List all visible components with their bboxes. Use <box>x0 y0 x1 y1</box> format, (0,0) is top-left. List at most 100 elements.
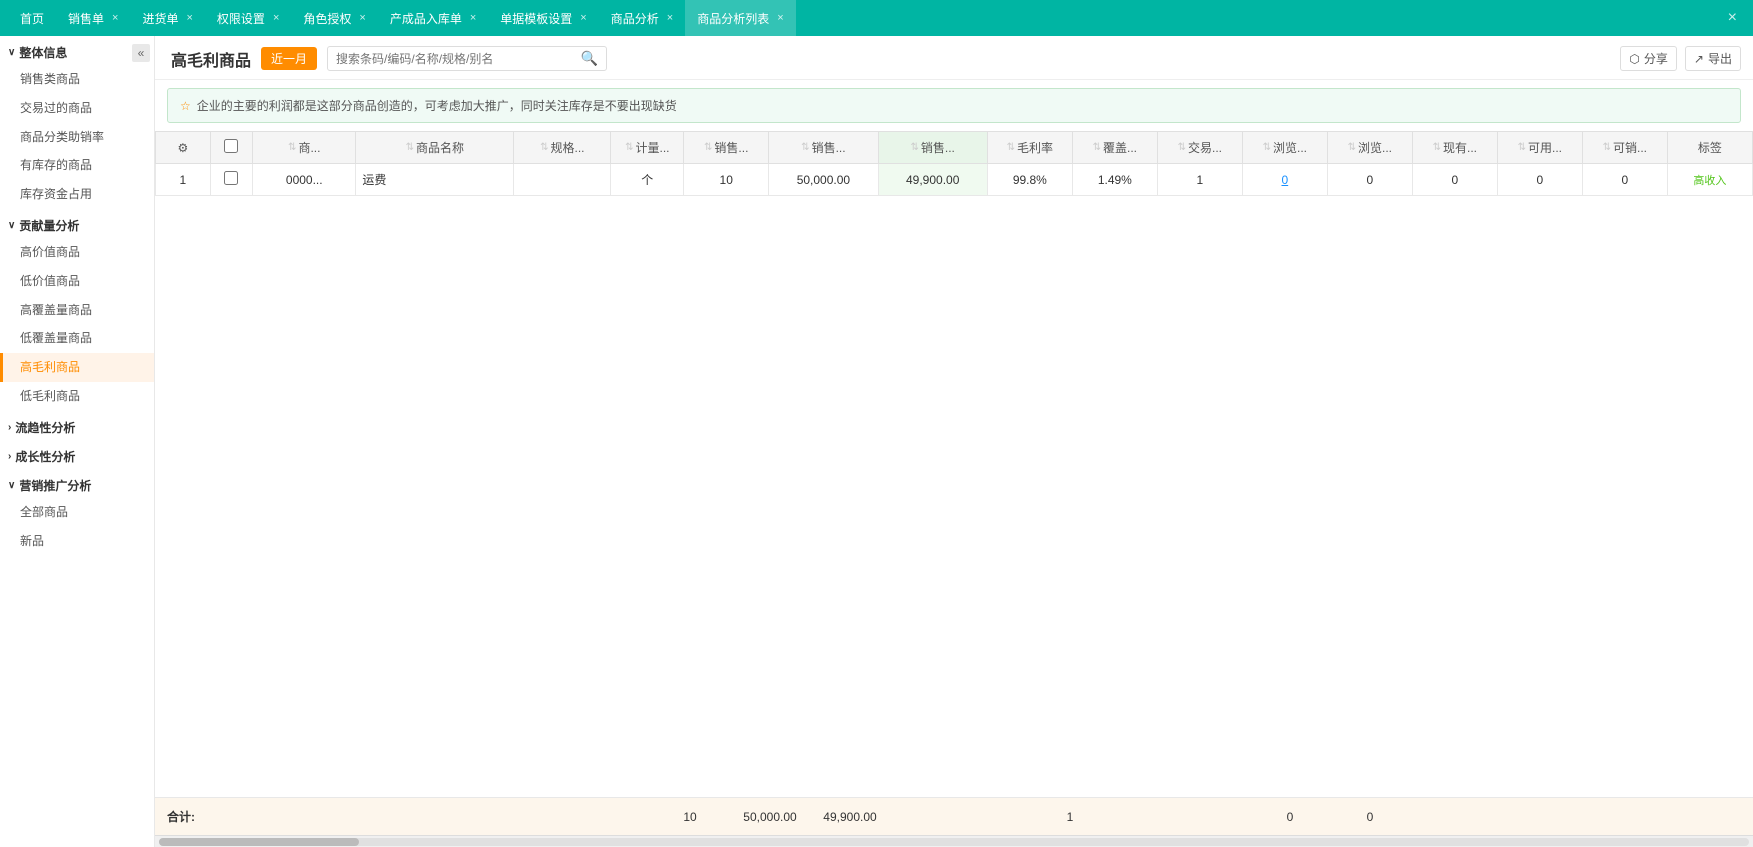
sidebar-group-marketing[interactable]: ∨ 营销推广分析 <box>0 469 154 498</box>
col-header-current-stock[interactable]: ⇅ 现有... <box>1412 132 1497 164</box>
sidebar-item-inventory-capital[interactable]: 库存资金占用 <box>0 180 154 209</box>
cell-browse2: 0 <box>1327 164 1412 196</box>
col-header-spec[interactable]: ⇅ 规格... <box>514 132 611 164</box>
sidebar-group-overview[interactable]: ∨ 整体信息 <box>0 36 154 65</box>
share-button[interactable]: ⬡ 分享 <box>1620 46 1677 71</box>
export-button[interactable]: ↗ 导出 <box>1685 46 1741 71</box>
nav-sales[interactable]: 销售单 × <box>56 0 130 36</box>
sidebar-item-in-stock[interactable]: 有库存的商品 <box>0 151 154 180</box>
nav-permissions-close[interactable]: × <box>273 12 279 24</box>
nav-sales-close[interactable]: × <box>112 12 118 24</box>
sort-icon-gross-rate: ⇅ <box>1007 142 1015 153</box>
col-header-saleable-stock[interactable]: ⇅ 可销... <box>1582 132 1667 164</box>
col-header-transaction[interactable]: ⇅ 交易... <box>1157 132 1242 164</box>
footer-cells: 10 50,000.00 49,900.00 1 0 0 <box>215 810 1741 824</box>
sort-icon-saleable-stock: ⇅ <box>1603 142 1611 153</box>
settings-icon[interactable]: ⚙ <box>177 141 188 155</box>
nav-product-analysis-list[interactable]: 商品分析列表 × <box>685 0 795 36</box>
nav-template[interactable]: 单据模板设置 × <box>488 0 598 36</box>
nav-purchase[interactable]: 进货单 × <box>130 0 204 36</box>
nav-production[interactable]: 产成品入库单 × <box>378 0 488 36</box>
nav-purchase-close[interactable]: × <box>186 12 192 24</box>
col-header-available-stock[interactable]: ⇅ 可用... <box>1497 132 1582 164</box>
col-header-browse2[interactable]: ⇅ 浏览... <box>1327 132 1412 164</box>
col-header-tag[interactable]: 标签 <box>1667 132 1752 164</box>
col-header-sales-qty[interactable]: ⇅ 销售... <box>684 132 769 164</box>
cell-num: 1 <box>156 164 211 196</box>
sidebar-item-high-margin[interactable]: 高毛利商品 <box>0 353 154 382</box>
col-header-sales-profit[interactable]: ⇅ 销售... <box>878 132 987 164</box>
cell-coverage: 1.49% <box>1072 164 1157 196</box>
sort-icon-coverage: ⇅ <box>1093 142 1101 153</box>
nav-permissions[interactable]: 权限设置 × <box>205 0 291 36</box>
cell-checkbox[interactable] <box>210 164 253 196</box>
cell-unit: 个 <box>611 164 684 196</box>
sidebar-collapse-button[interactable]: « <box>132 44 150 62</box>
sidebar-group-trend-arrow: › <box>8 422 11 433</box>
cell-sales-qty: 10 <box>684 164 769 196</box>
cell-sales-profit: 49,900.00 <box>878 164 987 196</box>
sidebar-group-overview-arrow: ∨ <box>8 47 15 58</box>
footer-sales-profit: 49,900.00 <box>810 810 890 824</box>
time-filter-button[interactable]: 近一月 <box>261 47 317 70</box>
sidebar-item-traded-goods[interactable]: 交易过的商品 <box>0 94 154 123</box>
window-close-button[interactable]: × <box>1720 9 1745 27</box>
sort-icon-name: ⇅ <box>406 142 414 153</box>
sidebar-item-new-goods[interactable]: 新品 <box>0 527 154 556</box>
col-header-gross-rate[interactable]: ⇅ 毛利率 <box>987 132 1072 164</box>
col-header-code[interactable]: ⇅ 商... <box>253 132 356 164</box>
cell-available-stock: 0 <box>1497 164 1582 196</box>
sidebar-item-all-goods[interactable]: 全部商品 <box>0 498 154 527</box>
footer-transaction: 1 <box>1030 810 1110 824</box>
footer-label: 合计: <box>167 808 195 825</box>
sidebar-item-low-coverage[interactable]: 低覆盖量商品 <box>0 324 154 353</box>
sort-icon-code: ⇅ <box>288 142 296 153</box>
data-table: ⚙ ⇅ 商... <box>155 131 1753 196</box>
nav-production-close[interactable]: × <box>470 12 476 24</box>
sidebar: « ∨ 整体信息 销售类商品 交易过的商品 商品分类助销率 有库存的商品 库存资… <box>0 36 155 847</box>
top-nav: 首页 销售单 × 进货单 × 权限设置 × 角色授权 × 产成品入库单 × 单据… <box>0 0 1753 36</box>
main-layout: « ∨ 整体信息 销售类商品 交易过的商品 商品分类助销率 有库存的商品 库存资… <box>0 36 1753 847</box>
nav-roles[interactable]: 角色授权 × <box>291 0 377 36</box>
sidebar-group-contribution[interactable]: ∨ 贡献量分析 <box>0 209 154 238</box>
sidebar-group-trend[interactable]: › 流趋性分析 <box>0 411 154 440</box>
sidebar-item-category-rate[interactable]: 商品分类助销率 <box>0 123 154 152</box>
notice-bar: ☆ 企业的主要的利润都是这部分商品创造的，可考虑加大推广，同时关注库存是不要出现… <box>167 88 1741 123</box>
col-header-unit[interactable]: ⇅ 计量... <box>611 132 684 164</box>
cell-browse1[interactable]: 0 <box>1242 164 1327 196</box>
sidebar-item-high-value[interactable]: 高价值商品 <box>0 238 154 267</box>
col-header-name[interactable]: ⇅ 商品名称 <box>356 132 514 164</box>
col-header-sales-amt[interactable]: ⇅ 销售... <box>769 132 878 164</box>
nav-product-analysis-list-close[interactable]: × <box>777 12 783 24</box>
nav-home[interactable]: 首页 <box>8 0 56 36</box>
col-header-settings[interactable]: ⚙ <box>156 132 211 164</box>
sidebar-item-low-margin[interactable]: 低毛利商品 <box>0 382 154 411</box>
bottom-scrollbar[interactable] <box>155 835 1753 847</box>
notice-text: 企业的主要的利润都是这部分商品创造的，可考虑加大推广，同时关注库存是不要出现缺货 <box>197 97 677 114</box>
col-header-coverage[interactable]: ⇅ 覆盖... <box>1072 132 1157 164</box>
search-input[interactable] <box>336 52 575 66</box>
search-icon[interactable]: 🔍 <box>581 50 598 67</box>
nav-product-analysis[interactable]: 商品分析 × <box>599 0 685 36</box>
sort-icon-sales-qty: ⇅ <box>704 142 712 153</box>
sidebar-item-low-value[interactable]: 低价值商品 <box>0 267 154 296</box>
nav-product-analysis-close[interactable]: × <box>667 12 673 24</box>
sidebar-group-contribution-arrow: ∨ <box>8 220 15 231</box>
sort-icon-spec: ⇅ <box>540 142 548 153</box>
content-header: 高毛利商品 近一月 🔍 ⬡ 分享 ↗ 导出 <box>155 36 1753 80</box>
row-checkbox[interactable] <box>224 171 238 185</box>
sort-icon-browse2: ⇅ <box>1348 142 1356 153</box>
sidebar-item-high-coverage[interactable]: 高覆盖量商品 <box>0 296 154 325</box>
select-all-checkbox[interactable] <box>224 139 238 153</box>
search-box: 🔍 <box>327 46 607 71</box>
col-header-checkbox[interactable] <box>210 132 253 164</box>
col-header-browse1[interactable]: ⇅ 浏览... <box>1242 132 1327 164</box>
sidebar-group-growth[interactable]: › 成长性分析 <box>0 440 154 469</box>
sidebar-item-sales-goods[interactable]: 销售类商品 <box>0 65 154 94</box>
table-row: 1 0000... 运费 个 10 50,000.00 49,900.00 99… <box>156 164 1753 196</box>
cell-sales-amt: 50,000.00 <box>769 164 878 196</box>
scroll-thumb[interactable] <box>159 838 359 846</box>
sort-icon-unit: ⇅ <box>625 142 633 153</box>
nav-roles-close[interactable]: × <box>359 12 365 24</box>
nav-template-close[interactable]: × <box>580 12 586 24</box>
